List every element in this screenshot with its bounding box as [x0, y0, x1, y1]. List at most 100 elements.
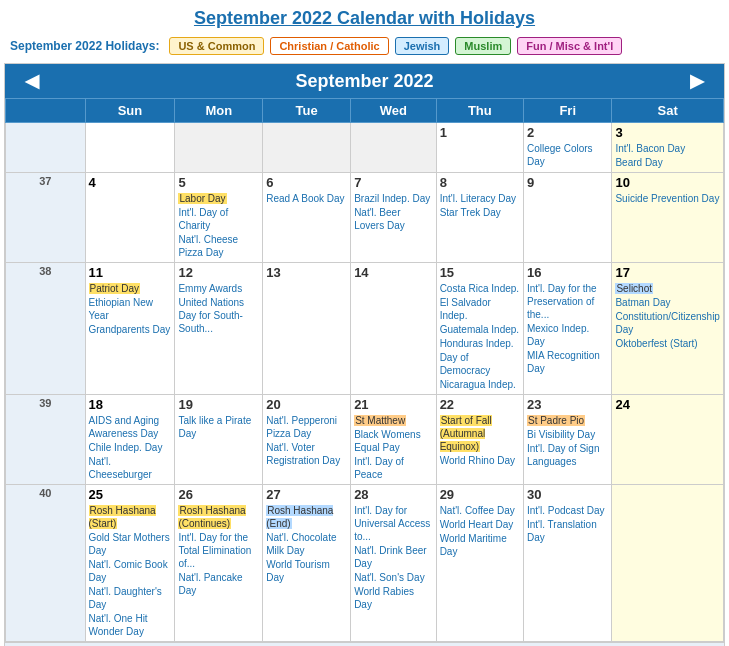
event: Int'l. Day of Charity	[178, 206, 259, 232]
day-13: 13	[263, 263, 351, 395]
week-num: 37	[6, 173, 86, 263]
holiday-bar-label: September 2022 Holidays:	[10, 39, 159, 53]
event: World Rhino Day	[440, 454, 520, 467]
date-number: 19	[178, 397, 259, 412]
date-number: 2	[527, 125, 608, 140]
date-number: 29	[440, 487, 520, 502]
table-row: 38 11 Patriot Day Ethiopian New Year Gra…	[6, 263, 724, 395]
badge-jewish[interactable]: Jewish	[395, 37, 450, 55]
empty-day	[612, 485, 724, 642]
empty-day	[263, 123, 351, 173]
day-2: 2 College Colors Day	[523, 123, 611, 173]
date-number: 15	[440, 265, 520, 280]
day-9: 9	[523, 173, 611, 263]
event: Nat'l. Son's Day	[354, 571, 433, 584]
event: Nat'l. Pancake Day	[178, 571, 259, 597]
event: Beard Day	[615, 156, 720, 169]
date-number: 20	[266, 397, 347, 412]
prev-month-button[interactable]: ◀	[17, 70, 47, 92]
day-23: 23 St Padre Pio Bi Visibility Day Int'l.…	[523, 395, 611, 485]
date-number: 14	[354, 265, 433, 280]
event: Int'l. Translation Day	[527, 518, 608, 544]
date-number: 17	[615, 265, 720, 280]
day-3: 3 Int'l. Bacon Day Beard Day	[612, 123, 724, 173]
badge-us-common[interactable]: US & Common	[169, 37, 264, 55]
day-10: 10 Suicide Prevention Day	[612, 173, 724, 263]
event: Costa Rica Indep.	[440, 282, 520, 295]
event: Nat'l. Pepperoni Pizza Day	[266, 414, 347, 440]
day-18: 18 AIDS and Aging Awareness Day Chile In…	[85, 395, 175, 485]
date-number: 25	[89, 487, 172, 502]
event: Mexico Indep. Day	[527, 322, 608, 348]
event: Talk like a Pirate Day	[178, 414, 259, 440]
day-28: 28 Int'l. Day for Universal Access to...…	[351, 485, 437, 642]
date-number: 16	[527, 265, 608, 280]
event: Int'l. Day of Peace	[354, 455, 433, 481]
day-14: 14	[351, 263, 437, 395]
date-number: 28	[354, 487, 433, 502]
day-12: 12 Emmy Awards United Nations Day for So…	[175, 263, 263, 395]
event: Int'l. Day for the Total Elimination of.…	[178, 531, 259, 570]
month-year-title: September 2022	[295, 71, 433, 92]
date-number: 6	[266, 175, 347, 190]
event: MIA Recognition Day	[527, 349, 608, 375]
day-26: 26 Rosh Hashana (Continues) Int'l. Day f…	[175, 485, 263, 642]
event: Batman Day	[615, 296, 720, 309]
event: Nat'l. Voter Registration Day	[266, 441, 347, 467]
event: Nat'l. Cheese Pizza Day	[178, 233, 259, 259]
badge-muslim[interactable]: Muslim	[455, 37, 511, 55]
week-num: 39	[6, 395, 86, 485]
day-1: 1	[436, 123, 523, 173]
date-number: 3	[615, 125, 720, 140]
day-17: 17 Selichot Batman Day Constitution/Citi…	[612, 263, 724, 395]
day-4: 4	[85, 173, 175, 263]
event: Nat'l. Comic Book Day	[89, 558, 172, 584]
event: Suicide Prevention Day	[615, 192, 720, 205]
event: Bi Visibility Day	[527, 428, 608, 441]
day-7: 7 Brazil Indep. Day Nat'l. Beer Lovers D…	[351, 173, 437, 263]
date-number: 27	[266, 487, 347, 502]
date-number: 1	[440, 125, 520, 140]
event: Int'l. Literacy Day	[440, 192, 520, 205]
badge-christian-catholic[interactable]: Christian / Catholic	[270, 37, 388, 55]
header-wed: Wed	[351, 99, 437, 123]
badge-fun-misc[interactable]: Fun / Misc & Int'l	[517, 37, 622, 55]
event: Nat'l. One Hit Wonder Day	[89, 612, 172, 638]
week-num	[6, 123, 86, 173]
event: Oktoberfest (Start)	[615, 337, 720, 350]
day-24: 24	[612, 395, 724, 485]
next-month-button[interactable]: ▶	[682, 70, 712, 92]
event: El Salvador Indep.	[440, 296, 520, 322]
date-number: 26	[178, 487, 259, 502]
event: Nat'l. Drink Beer Day	[354, 544, 433, 570]
day-20: 20 Nat'l. Pepperoni Pizza Day Nat'l. Vot…	[263, 395, 351, 485]
date-number: 10	[615, 175, 720, 190]
day-19: 19 Talk like a Pirate Day	[175, 395, 263, 485]
day-8: 8 Int'l. Literacy Day Star Trek Day	[436, 173, 523, 263]
event: Nat'l. Chocolate Milk Day	[266, 531, 347, 557]
date-number: 30	[527, 487, 608, 502]
event: Patriot Day	[89, 282, 172, 295]
event: Nat'l. Coffee Day	[440, 504, 520, 517]
date-number: 22	[440, 397, 520, 412]
header-fri: Fri	[523, 99, 611, 123]
event: Grandparents Day	[89, 323, 172, 336]
event: Brazil Indep. Day	[354, 192, 433, 205]
date-number: 4	[89, 175, 172, 190]
event: Ethiopian New Year	[89, 296, 172, 322]
event: Nicaragua Indep.	[440, 378, 520, 391]
page-title: September 2022 Calendar with Holidays	[0, 0, 729, 33]
event: Honduras Indep.	[440, 337, 520, 350]
date-number: 9	[527, 175, 608, 190]
day-22: 22 Start of Fall (Autumnal Equinox) Worl…	[436, 395, 523, 485]
date-number: 5	[178, 175, 259, 190]
empty-day	[175, 123, 263, 173]
event: Nat'l. Daughter's Day	[89, 585, 172, 611]
day-6: 6 Read A Book Day	[263, 173, 351, 263]
event: Selichot	[615, 282, 720, 295]
day-30: 30 Int'l. Podcast Day Int'l. Translation…	[523, 485, 611, 642]
event: Labor Day	[178, 192, 259, 205]
date-number: 18	[89, 397, 172, 412]
header-sat: Sat	[612, 99, 724, 123]
table-row: 40 25 Rosh Hashana (Start) Gold Star Mot…	[6, 485, 724, 642]
